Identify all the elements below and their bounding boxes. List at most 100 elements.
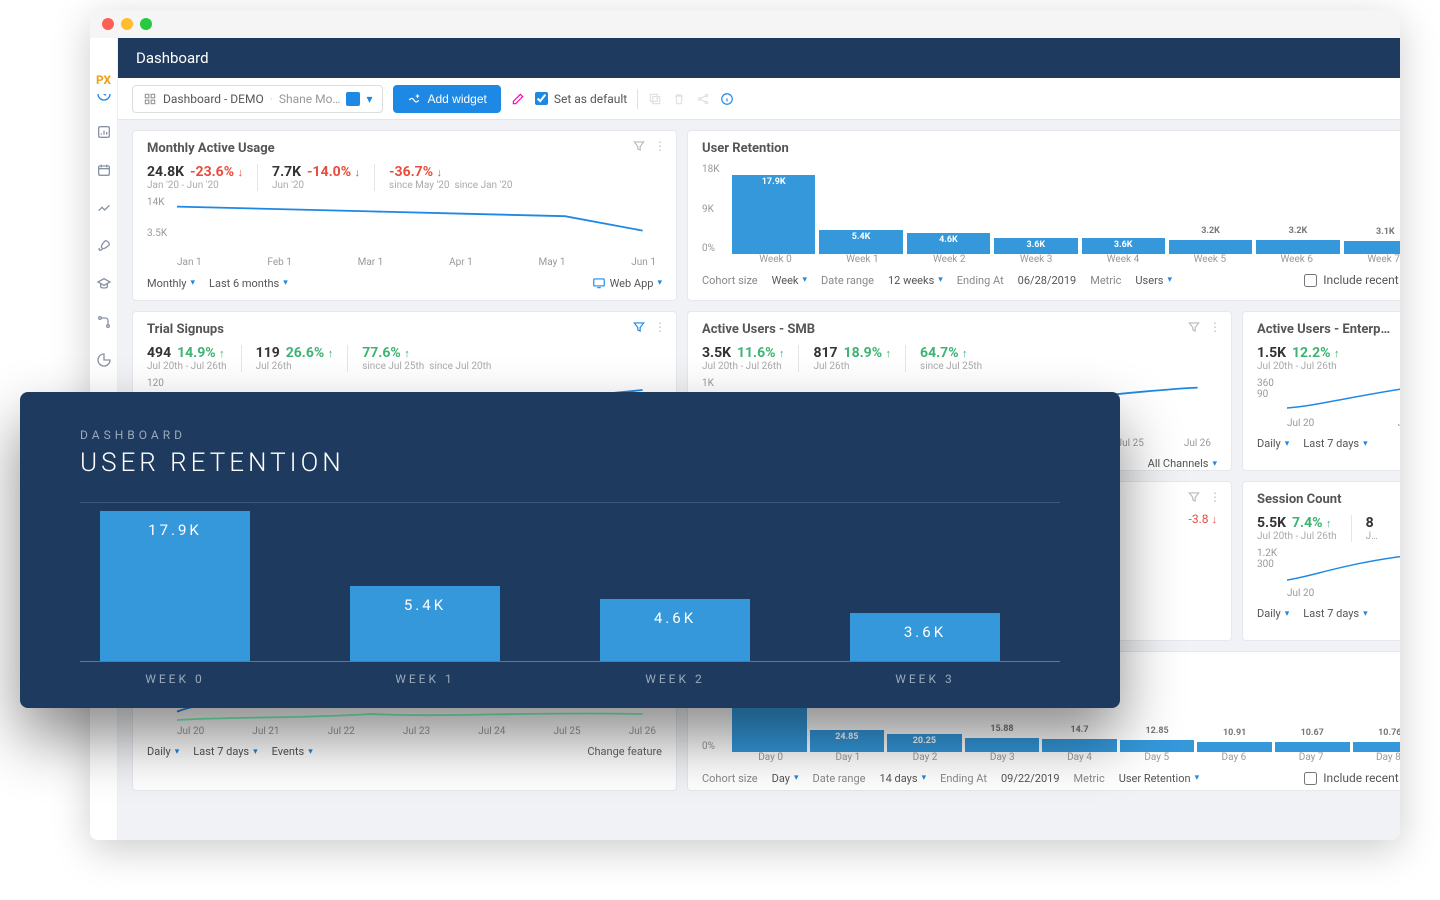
x-tick: Jul 24 [478,726,505,737]
sparkline-chart: 14K 3.5K [147,197,662,257]
academy-icon[interactable] [96,276,112,292]
cohort-select[interactable]: Week▾ [772,274,807,287]
stat-value: 1.5K [1257,345,1286,361]
filter-icon[interactable] [1187,490,1201,504]
x-tick: Week 3 [993,254,1080,265]
x-tick: Jul 25 [1117,438,1144,449]
y-tick: 18K [702,164,720,175]
more-icon[interactable]: ⋮ [654,320,666,334]
metric-select[interactable]: Users▾ [1135,274,1172,287]
stat-delta: 64.7% ↑ [920,345,968,361]
channel-select[interactable]: All Channels▾ [1148,457,1217,470]
overlay-bar-value: 5.4K [404,596,446,614]
retention-bar-chart: 18K9K0% 17.9K5.4K4.6K3.6K3.6K3.2K3.2K3.1… [702,164,1400,254]
control-label: Ending At [957,274,1004,287]
filter-icon[interactable] [632,320,646,334]
trash-icon[interactable] [672,92,686,106]
bar-value: 15.88 [990,724,1013,734]
x-tick: Day 2 [886,752,963,763]
copy-icon[interactable] [648,92,662,106]
trend-icon[interactable] [96,200,112,216]
dashboard-picker[interactable]: Dashboard - DEMO · Shane Mo… ▾ [132,85,383,113]
metric-select[interactable]: Events▾ [272,745,313,758]
card-title: Trial Signups [147,322,662,337]
card-title: User Retention [702,141,1400,156]
filter-icon[interactable] [632,139,646,153]
metric-select[interactable]: User Retention▾ [1119,772,1199,785]
app-logo: PX [90,66,118,94]
range-select[interactable]: Last 7 days▾ [193,745,257,758]
range-select[interactable]: Last 6 months▾ [209,277,288,290]
rocket-icon[interactable] [96,238,112,254]
cohort-select[interactable]: Day▾ [772,772,799,785]
x-tick: Mar 1 [358,257,384,268]
more-icon[interactable]: ⋮ [654,139,666,153]
x-tick: Jul 25 [553,726,580,737]
control-label: Cohort size [702,772,758,785]
include-recent-checkbox[interactable]: Include recent tim… [1304,771,1400,785]
y-tick: 3.5K [147,228,167,239]
platform-select[interactable]: Web App▾ [592,276,662,290]
change-feature-link[interactable]: Change feature [587,745,662,758]
include-recent-input[interactable] [1304,274,1317,287]
edit-icon[interactable] [511,92,525,106]
monitor-icon [592,276,606,290]
y-tick: 14K [147,197,167,208]
include-recent-checkbox[interactable]: Include recent tim… [1304,273,1400,287]
overlay-bar: 3.6K [850,613,1000,661]
card-user-retention: User Retention 18K9K0% 17.9K5.4K4.6K3.6K… [687,130,1400,301]
stat-range: Jul 20th - Jul 26th [702,361,784,372]
stat-value: 24.8K [147,164,184,180]
granularity-select[interactable]: Monthly▾ [147,277,195,290]
window-maximize-icon[interactable] [140,18,152,30]
stat-delta: 12.2% ↑ [1292,345,1340,361]
daterange-select[interactable]: 12 weeks▾ [888,274,943,287]
set-default-checkbox[interactable]: Set as default [535,92,627,106]
set-default-input[interactable] [535,92,548,105]
share-icon[interactable] [696,92,710,106]
stat-range: since Jul 25th [920,361,982,372]
bar-value: 10.91 [1223,728,1246,738]
control-label: Date range [821,274,874,287]
x-tick: Day 3 [964,752,1041,763]
y-tick: 9K [702,204,720,215]
overlay-x-axis: WEEK 0WEEK 1WEEK 2WEEK 3 [80,662,1060,686]
chevron-down-icon: ▾ [366,92,372,106]
y-tick: 1.2K [1257,548,1277,559]
window-close-icon[interactable] [102,18,114,30]
include-recent-input[interactable] [1304,772,1317,785]
calendar-icon[interactable] [96,162,112,178]
x-tick: Jul 20 [1287,418,1314,429]
x-tick: Jun… [1398,418,1400,429]
daterange-select[interactable]: 14 days▾ [879,772,926,785]
stat-range: Jul 20th - Jul 26th [147,361,227,372]
pie-icon[interactable] [96,352,112,368]
add-widget-button[interactable]: Add widget [393,85,500,113]
x-axis: Jan 1Feb 1Mar 1Apr 1May 1Jun 1 [147,257,662,268]
granularity-select[interactable]: Daily▾ [147,745,179,758]
more-icon[interactable]: ⋮ [1209,320,1221,334]
granularity-select[interactable]: Daily▾ [1257,437,1289,450]
overlay-x-tick: WEEK 0 [100,672,250,686]
ending-date[interactable]: 06/28/2019 [1018,274,1077,287]
range-select[interactable]: Last 7 days▾ [1303,437,1367,450]
flow-icon[interactable] [96,314,112,330]
info-icon[interactable] [720,92,734,106]
highlight-overlay: DASHBOARD USER RETENTION 17.9K5.4K4.6K3.… [20,392,1120,708]
bar: 24.85 [810,730,885,753]
granularity-select[interactable]: Daily▾ [1257,607,1289,620]
stat-range: J… [1366,531,1378,542]
stat-range: Jul 20th - Jul 26th [1257,361,1339,372]
bar-value: 3.2K [1289,226,1308,236]
x-tick: Jul 23 [403,726,430,737]
filter-icon[interactable] [1187,320,1201,334]
lock-badge-icon [346,92,360,106]
analytics-icon[interactable] [96,124,112,140]
more-icon[interactable]: ⋮ [1209,490,1221,504]
bar-value: 10.76 [1378,728,1400,738]
x-tick: Jul 20 [177,726,204,737]
window-titlebar [90,10,1400,38]
window-minimize-icon[interactable] [121,18,133,30]
ending-date[interactable]: 09/22/2019 [1001,772,1060,785]
range-select[interactable]: Last 7 days▾ [1303,607,1367,620]
